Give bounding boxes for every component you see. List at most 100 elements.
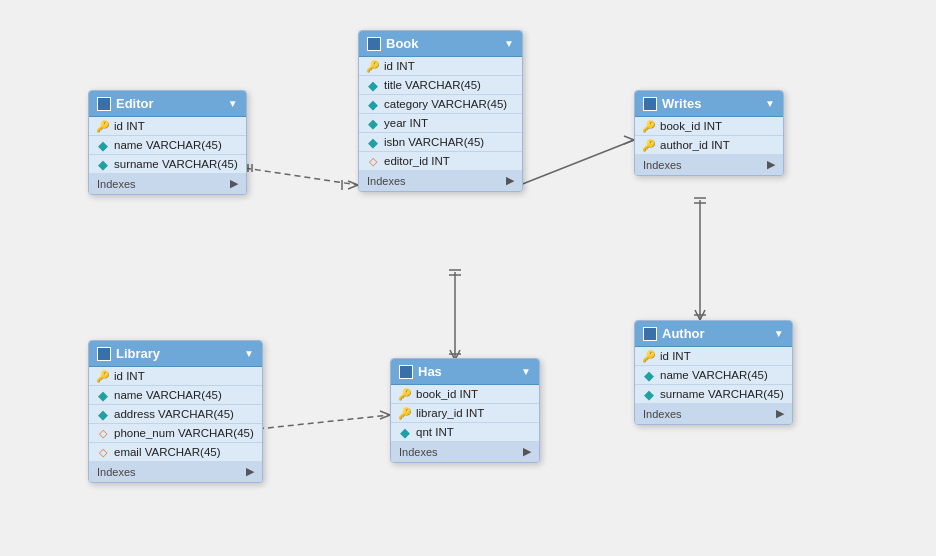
book-field-category: ◆ category VARCHAR(45) — [359, 95, 522, 114]
author-field-surname: ◆ surname VARCHAR(45) — [635, 385, 792, 403]
table-has-header: Has ▼ — [391, 359, 539, 385]
table-has-arrow[interactable]: ▼ — [521, 366, 531, 377]
table-author-arrow[interactable]: ▼ — [774, 328, 784, 339]
editor-field-surname: ◆ surname VARCHAR(45) — [89, 155, 246, 173]
diagram-canvas: Book ▼ 🔑 id INT ◆ title VARCHAR(45) ◆ ca… — [0, 0, 936, 556]
table-has: Has ▼ 🔑 book_id INT 🔑 library_id INT ◆ q… — [390, 358, 540, 463]
table-author-header: Author ▼ — [635, 321, 792, 347]
table-has-icon — [399, 365, 413, 379]
writes-field-book-id-text: book_id INT — [660, 120, 722, 132]
table-book-label: Book — [386, 36, 419, 51]
key-orange-icon: ◇ — [367, 155, 379, 167]
author-indexes-label: Indexes — [643, 408, 682, 420]
key-teal-icon-a2: ◆ — [643, 388, 655, 400]
book-indexes-label: Indexes — [367, 175, 406, 187]
table-writes-header: Writes ▼ — [635, 91, 783, 117]
has-field-qnt-text: qnt INT — [416, 426, 454, 438]
library-field-email: ◇ email VARCHAR(45) — [89, 443, 262, 461]
author-field-name-text: name VARCHAR(45) — [660, 369, 768, 381]
has-indexes[interactable]: Indexes ▶ — [391, 441, 539, 462]
book-field-title: ◆ title VARCHAR(45) — [359, 76, 522, 95]
book-field-category-text: category VARCHAR(45) — [384, 98, 507, 110]
has-indexes-arrow: ▶ — [523, 445, 531, 458]
author-field-surname-text: surname VARCHAR(45) — [660, 388, 784, 400]
editor-indexes-arrow: ▶ — [230, 177, 238, 190]
library-field-name: ◆ name VARCHAR(45) — [89, 386, 262, 405]
key-yellow-icon-e: 🔑 — [97, 120, 109, 132]
svg-line-2 — [348, 185, 358, 189]
book-field-title-text: title VARCHAR(45) — [384, 79, 481, 91]
key-teal-icon-l2: ◆ — [97, 408, 109, 420]
library-field-email-text: email VARCHAR(45) — [114, 446, 221, 458]
table-writes-label: Writes — [662, 96, 702, 111]
writes-indexes-arrow: ▶ — [767, 158, 775, 171]
book-field-id-text: id INT — [384, 60, 415, 72]
library-indexes[interactable]: Indexes ▶ — [89, 461, 262, 482]
book-indexes-arrow: ▶ — [506, 174, 514, 187]
svg-line-6 — [520, 140, 634, 185]
svg-line-8 — [624, 136, 634, 140]
key-red-icon-w1: 🔑 — [643, 120, 655, 132]
key-teal-icon2: ◆ — [367, 98, 379, 110]
library-field-address-text: address VARCHAR(45) — [114, 408, 234, 420]
writes-indexes[interactable]: Indexes ▶ — [635, 154, 783, 175]
book-field-id: 🔑 id INT — [359, 57, 522, 76]
author-indexes[interactable]: Indexes ▶ — [635, 403, 792, 424]
book-field-year: ◆ year INT — [359, 114, 522, 133]
key-teal-icon-l1: ◆ — [97, 389, 109, 401]
table-library: Library ▼ 🔑 id INT ◆ name VARCHAR(45) ◆ … — [88, 340, 263, 483]
library-field-address: ◆ address VARCHAR(45) — [89, 405, 262, 424]
writes-indexes-label: Indexes — [643, 159, 682, 171]
table-editor-body: 🔑 id INT ◆ name VARCHAR(45) ◆ surname VA… — [89, 117, 246, 173]
key-red-icon-h1: 🔑 — [399, 388, 411, 400]
table-writes-icon — [643, 97, 657, 111]
book-field-editor-id-text: editor_id INT — [384, 155, 450, 167]
svg-line-1 — [348, 181, 358, 185]
table-library-arrow[interactable]: ▼ — [244, 348, 254, 359]
has-field-qnt: ◆ qnt INT — [391, 423, 539, 441]
author-field-id: 🔑 id INT — [635, 347, 792, 366]
table-book-header: Book ▼ — [359, 31, 522, 57]
svg-line-0 — [245, 168, 358, 185]
table-editor-arrow[interactable]: ▼ — [228, 98, 238, 109]
table-editor-icon — [97, 97, 111, 111]
key-yellow-icon: 🔑 — [367, 60, 379, 72]
key-red-icon-h2: 🔑 — [399, 407, 411, 419]
has-indexes-label: Indexes — [399, 446, 438, 458]
library-field-name-text: name VARCHAR(45) — [114, 389, 222, 401]
key-teal-icon-a1: ◆ — [643, 369, 655, 381]
table-writes-body: 🔑 book_id INT 🔑 author_id INT — [635, 117, 783, 154]
table-book-arrow[interactable]: ▼ — [504, 38, 514, 49]
svg-line-25 — [380, 411, 390, 415]
key-yellow-icon-a: 🔑 — [643, 350, 655, 362]
svg-line-9 — [624, 140, 634, 144]
has-field-book-id-text: book_id INT — [416, 388, 478, 400]
has-field-book-id: 🔑 book_id INT — [391, 385, 539, 404]
editor-indexes-label: Indexes — [97, 178, 136, 190]
table-library-header: Library ▼ — [89, 341, 262, 367]
editor-field-id-text: id INT — [114, 120, 145, 132]
library-field-phone: ◇ phone_num VARCHAR(45) — [89, 424, 262, 443]
writes-field-author-id-text: author_id INT — [660, 139, 730, 151]
author-field-id-text: id INT — [660, 350, 691, 362]
book-field-isbn: ◆ isbn VARCHAR(45) — [359, 133, 522, 152]
writes-field-author-id: 🔑 author_id INT — [635, 136, 783, 154]
author-field-name: ◆ name VARCHAR(45) — [635, 366, 792, 385]
table-book-icon — [367, 37, 381, 51]
editor-indexes[interactable]: Indexes ▶ — [89, 173, 246, 194]
svg-line-12 — [700, 310, 705, 320]
book-indexes[interactable]: Indexes ▶ — [359, 170, 522, 191]
editor-field-id: 🔑 id INT — [89, 117, 246, 136]
table-editor: Editor ▼ 🔑 id INT ◆ name VARCHAR(45) ◆ s… — [88, 90, 247, 195]
editor-field-name-text: name VARCHAR(45) — [114, 139, 222, 151]
key-teal-icon-e1: ◆ — [97, 139, 109, 151]
table-library-icon — [97, 347, 111, 361]
table-author-icon — [643, 327, 657, 341]
library-field-id: 🔑 id INT — [89, 367, 262, 386]
table-book-body: 🔑 id INT ◆ title VARCHAR(45) ◆ category … — [359, 57, 522, 170]
book-field-isbn-text: isbn VARCHAR(45) — [384, 136, 484, 148]
table-writes-arrow[interactable]: ▼ — [765, 98, 775, 109]
key-teal-icon-e2: ◆ — [97, 158, 109, 170]
library-indexes-arrow: ▶ — [246, 465, 254, 478]
library-field-phone-text: phone_num VARCHAR(45) — [114, 427, 254, 439]
